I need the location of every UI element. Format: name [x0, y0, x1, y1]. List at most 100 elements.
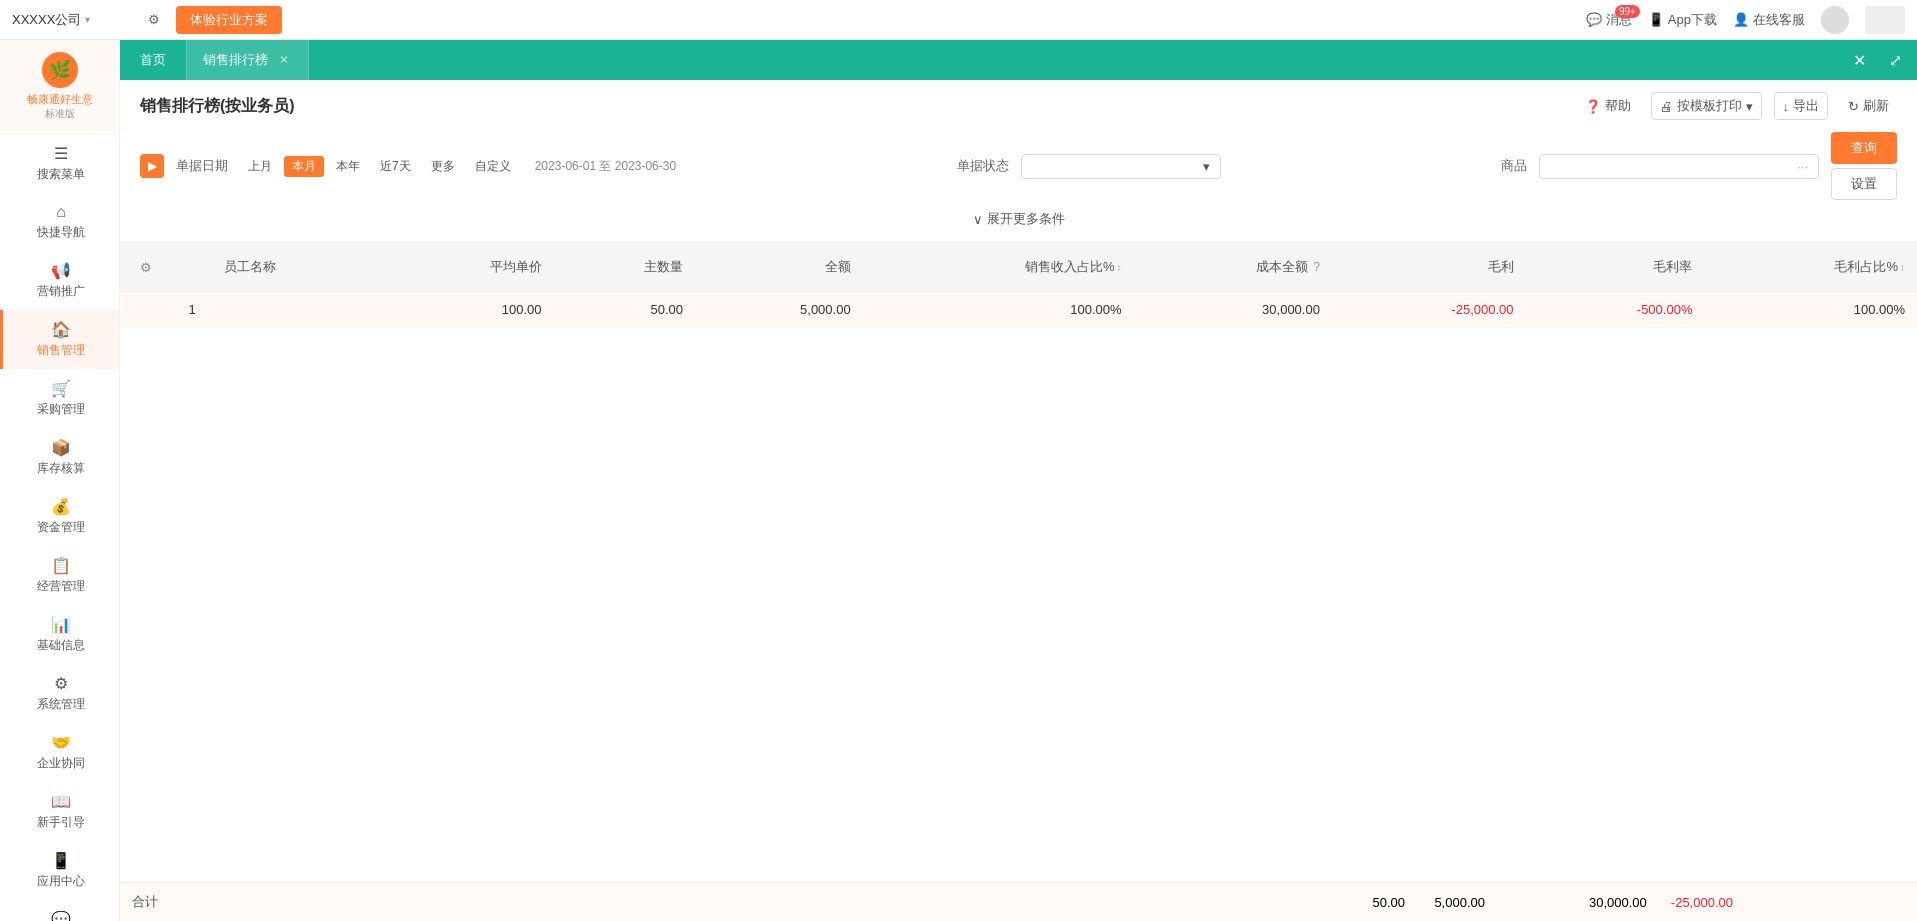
row-qty: 50.00 [554, 292, 696, 328]
sidebar-item-guide[interactable]: 📖 新手引导 [0, 782, 119, 841]
basic-icon: 📊 [51, 615, 71, 634]
inventory-icon: 📦 [51, 438, 71, 457]
export-icon: ↓ [1783, 99, 1790, 114]
row-rank: 1 [172, 292, 212, 328]
tab-sales-ranking[interactable]: 销售排行榜 ✕ [187, 40, 309, 80]
print-dropdown-icon: ▾ [1746, 99, 1753, 114]
sidebar-label-search: 搜索菜单 [37, 166, 85, 183]
sidebar-item-finance[interactable]: 💰 资金管理 [0, 487, 119, 546]
message-button[interactable]: 💬 消息 99+ [1586, 11, 1632, 29]
help-icon: ❓ [1585, 99, 1601, 114]
ranking-table: ⚙ 员工名称 平均单价 主数量 全额 销售收入占比%↕ 成本全额 ? 毛利 毛利… [120, 243, 1917, 328]
expand-more-button[interactable]: ∨ 展开更多条件 [965, 206, 1073, 232]
page-content: 销售排行榜(按业务员) ❓ 帮助 🖨 按模板打印 ▾ ↓ [120, 80, 1917, 921]
column-settings-icon[interactable]: ⚙ [132, 253, 160, 281]
sidebar-item-apps[interactable]: 📱 应用中心 [0, 841, 119, 900]
help-button[interactable]: ❓ 帮助 [1577, 93, 1639, 119]
date-tabs: 上月 本月 本年 近7天 更多 自定义 [240, 156, 519, 177]
goods-filter-label: 商品 [1501, 157, 1527, 175]
footer-label: 合计 [132, 893, 172, 911]
logo-icon: 🌿 [42, 52, 78, 88]
row-amount: 5,000.00 [695, 292, 863, 328]
sidebar-item-collab[interactable]: 🤝 企业协同 [0, 723, 119, 782]
search-menu-icon: ☰ [54, 144, 68, 163]
sidebar-item-purchase[interactable]: 🛒 采购管理 [0, 369, 119, 428]
date-tab-cur[interactable]: 本月 [284, 156, 324, 177]
status-select[interactable]: ▾ [1021, 154, 1221, 179]
sidebar-label-shortcut: 快捷导航 [37, 224, 85, 241]
footer-amount: 5,000.00 [1417, 895, 1497, 910]
collab-icon: 🤝 [51, 733, 71, 752]
date-tab-more[interactable]: 更多 [423, 156, 463, 177]
export-label: 导出 [1793, 97, 1819, 115]
page-title: 销售排行榜(按业务员) [140, 96, 295, 117]
sidebar-item-operations[interactable]: 📋 经营管理 [0, 546, 119, 605]
sidebar-item-search[interactable]: ☰ 搜索菜单 [0, 134, 119, 193]
sidebar-label-basic: 基础信息 [37, 637, 85, 654]
date-tab-prev[interactable]: 上月 [240, 156, 280, 177]
tab-expand-button[interactable]: ⤢ [1881, 46, 1909, 74]
date-tab-7days[interactable]: 近7天 [372, 156, 419, 177]
tab-close-icon[interactable]: ✕ [276, 52, 292, 68]
table-body: 1 100.00 50.00 5,000.00 100.00% 30,000.0… [120, 292, 1917, 328]
footer-qty: 50.00 [1337, 895, 1417, 910]
wechat-icon: 💬 [51, 910, 71, 921]
filter-area: ▶ 单据日期 上月 本月 本年 近7天 更多 自定义 2023-06-01 至 … [140, 132, 1897, 242]
sidebar-label-collab: 企业协同 [37, 755, 85, 772]
purchase-icon: 🛒 [51, 379, 71, 398]
company-chevron-icon: ▾ [85, 14, 90, 25]
tab-home[interactable]: 首页 [120, 40, 187, 80]
print-icon: 🖨 [1660, 99, 1673, 114]
sort-icon: ↕ [1117, 262, 1122, 273]
table-row: 1 100.00 50.00 5,000.00 100.00% 30,000.0… [120, 292, 1917, 328]
sidebar-item-system[interactable]: ⚙ 系统管理 [0, 664, 119, 723]
date-tab-year[interactable]: 本年 [328, 156, 368, 177]
company-selector[interactable]: XXXXX公司 ▾ [12, 11, 132, 29]
status-select-chevron: ▾ [1203, 159, 1210, 174]
tab-home-label: 首页 [140, 51, 166, 69]
date-tab-custom[interactable]: 自定义 [467, 156, 519, 177]
col-rank [172, 243, 212, 292]
sidebar-item-inventory[interactable]: 📦 库存核算 [0, 428, 119, 487]
col-gross-pct: 毛利占比%↕ [1704, 243, 1917, 292]
footer-gross: -25,000.00 [1659, 895, 1745, 910]
tab-bar: 首页 销售排行榜 ✕ ✕ ⤢ [120, 40, 1917, 80]
app-download-button[interactable]: 📱 App下载 [1648, 11, 1717, 29]
settings-button[interactable]: 设置 [1831, 168, 1897, 200]
print-button[interactable]: 🖨 按模板打印 ▾ [1651, 92, 1762, 120]
logo-area: 🌿 畅康通好生意 标准版 [0, 40, 119, 134]
tab-close-all-button[interactable]: ✕ [1845, 46, 1873, 74]
chevron-down-icon: ∨ [973, 212, 983, 227]
status-filter-label: 单据状态 [957, 157, 1009, 175]
online-support-label: 在线客服 [1753, 11, 1805, 29]
refresh-button[interactable]: ↻ 刷新 [1840, 93, 1897, 119]
sidebar-item-marketing[interactable]: 📢 营销推广 [0, 251, 119, 310]
query-button[interactable]: 查询 [1831, 132, 1897, 164]
col-cost: 成本全额 ? [1134, 243, 1332, 292]
main-layout: 🌿 畅康通好生意 标准版 ☰ 搜索菜单 ⌂ 快捷导航 📢 营销推广 🏠 销售管理… [0, 40, 1917, 921]
gear-button[interactable]: ⚙ [140, 6, 168, 34]
sidebar-item-wechat[interactable]: 💬 企业微信 [0, 900, 119, 921]
cost-help-icon[interactable]: ? [1313, 260, 1320, 274]
avatar[interactable] [1821, 6, 1849, 34]
help-label: 帮助 [1605, 97, 1631, 115]
sidebar-item-basic[interactable]: 📊 基础信息 [0, 605, 119, 664]
sidebar-label-inventory: 库存核算 [37, 460, 85, 477]
message-badge: 99+ [1615, 5, 1640, 18]
sidebar-item-shortcut[interactable]: ⌂ 快捷导航 [0, 193, 119, 251]
row-sales-pct: 100.00% [863, 292, 1134, 328]
filter-toggle-button[interactable]: ▶ [140, 154, 164, 178]
tab-bar-right: ✕ ⤢ [1845, 46, 1917, 74]
gross-sort-icon: ↕ [1900, 262, 1905, 273]
sidebar-item-sales[interactable]: 🏠 销售管理 [0, 310, 119, 369]
expand-label: 展开更多条件 [987, 210, 1065, 228]
goods-input[interactable]: ··· [1539, 154, 1819, 179]
row-settings-cell [120, 292, 172, 328]
row-cost: 30,000.00 [1134, 292, 1332, 328]
marketing-icon: 📢 [51, 261, 71, 280]
online-support-button[interactable]: 👤 在线客服 [1733, 11, 1805, 29]
trial-button[interactable]: 体验行业方案 [176, 6, 282, 34]
export-button[interactable]: ↓ 导出 [1774, 92, 1829, 120]
row-gross: -25,000.00 [1332, 292, 1526, 328]
top-header: XXXXX公司 ▾ ⚙ 体验行业方案 💬 消息 99+ 📱 App下载 👤 在线… [0, 0, 1917, 40]
